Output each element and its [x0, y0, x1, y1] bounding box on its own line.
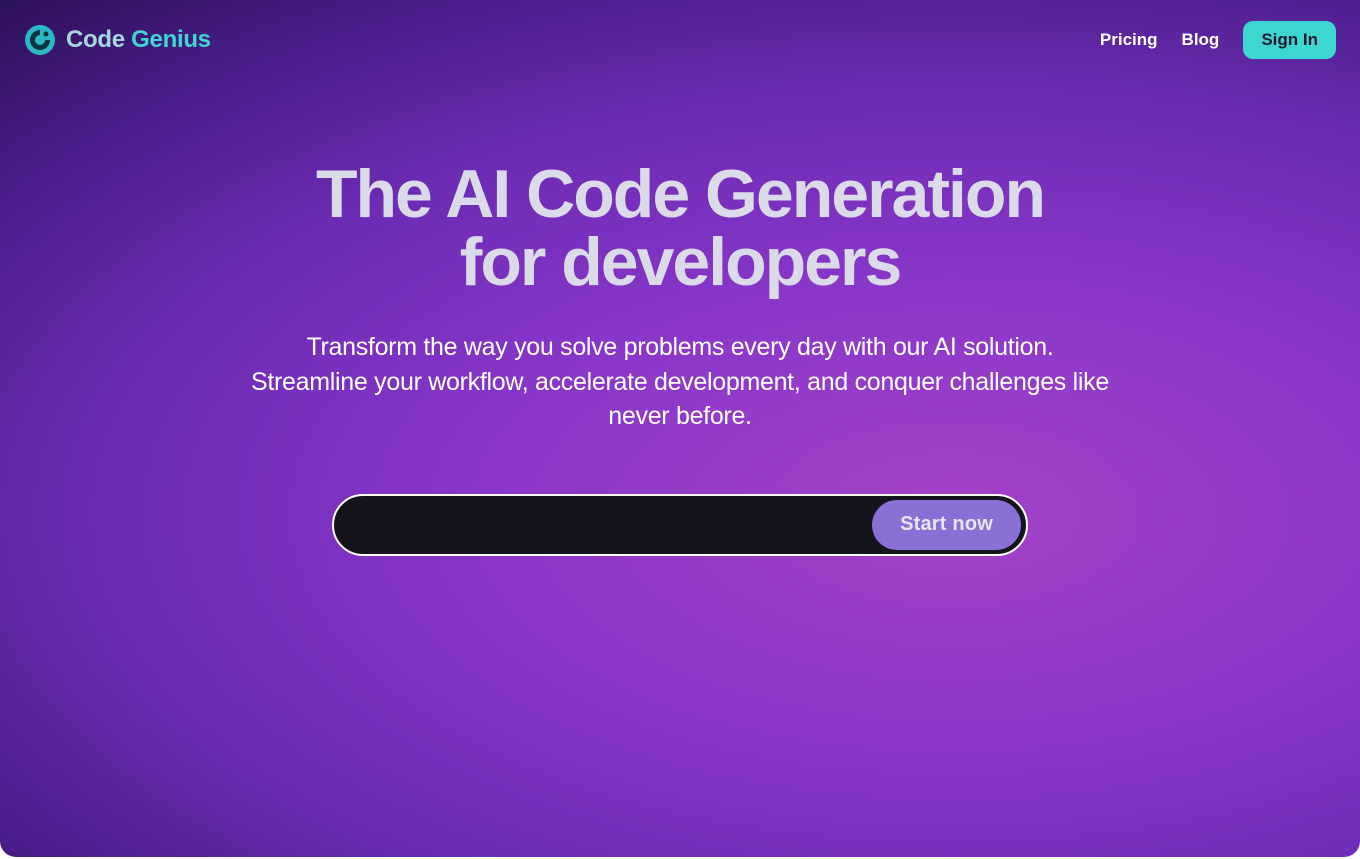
input-container: Start now — [332, 494, 1028, 556]
logo-text-part2: Genius — [131, 26, 211, 53]
nav-link-pricing[interactable]: Pricing — [1100, 30, 1158, 50]
prompt-input[interactable] — [354, 500, 872, 550]
logo-text-part1: Code — [66, 26, 131, 53]
logo[interactable]: Code Genius — [24, 24, 211, 56]
hero-title-line1: The AI Code Generation — [316, 156, 1044, 232]
input-section: Start now — [330, 494, 1030, 556]
hero-title: The AI Code Generation for developers — [0, 160, 1360, 296]
logo-icon — [24, 24, 56, 56]
sign-in-button[interactable]: Sign In — [1243, 21, 1336, 59]
hero-title-line2: for developers — [460, 224, 901, 300]
logo-text: Code Genius — [66, 26, 211, 54]
hero-subtitle: Transform the way you solve problems eve… — [245, 330, 1115, 434]
page-wrapper: Code Genius Pricing Blog Sign In The AI … — [0, 0, 1360, 857]
start-now-button[interactable]: Start now — [872, 500, 1021, 550]
hero-section: The AI Code Generation for developers Tr… — [0, 60, 1360, 556]
nav-link-blog[interactable]: Blog — [1182, 30, 1220, 50]
header: Code Genius Pricing Blog Sign In — [0, 0, 1360, 60]
nav-right: Pricing Blog Sign In — [1100, 21, 1336, 59]
